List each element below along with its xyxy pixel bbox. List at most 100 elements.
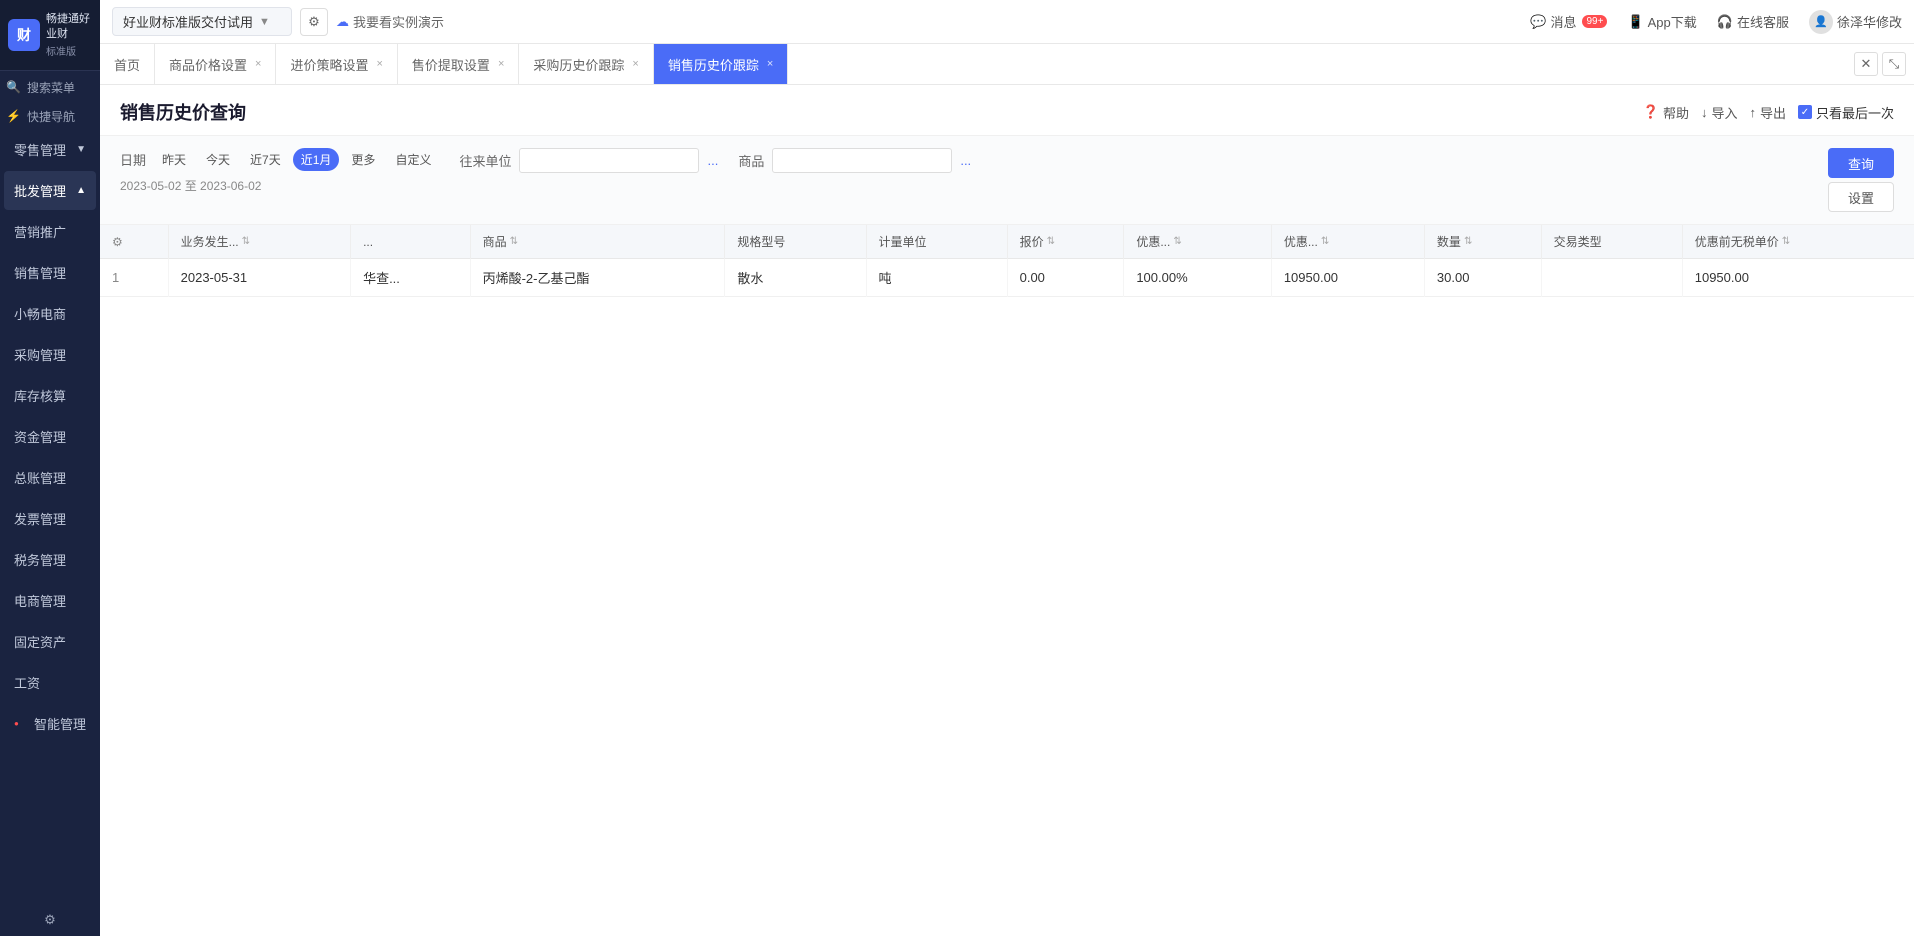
only-last-checkbox[interactable]: 只看最后一次 [1798, 103, 1894, 122]
th-discount-price[interactable]: 优惠...⇅ [1271, 225, 1424, 259]
from-unit-more-btn[interactable]: ... [707, 153, 718, 168]
sidebar-quick-nav[interactable]: ⚡ 快捷导航 [0, 104, 100, 129]
sidebar-item-wholesale[interactable]: 批发管理 ▲ [4, 171, 96, 210]
th-spec-label: 规格型号 [737, 235, 785, 249]
cell-quoted-price: 0.00 [1007, 259, 1124, 297]
cell-biz-date: 2023-05-31 [168, 259, 350, 297]
th-pretax-price[interactable]: 优惠前无税单价⇅ [1682, 225, 1914, 259]
th-biz-date[interactable]: 业务发生...⇅ [168, 225, 350, 259]
sidebar-settings-btn[interactable]: ⚙ [0, 904, 100, 936]
sidebar-item-assets[interactable]: 固定资产 [4, 622, 96, 661]
sidebar-item-intelligent[interactable]: 智能管理 [4, 704, 96, 743]
tab-purchase-strategy-close-icon[interactable]: × [376, 58, 382, 70]
tab-sale-history[interactable]: 销售历史价跟踪 × [654, 44, 788, 84]
th-product[interactable]: 商品⇅ [470, 225, 725, 259]
tab-expand-btn[interactable]: ⤡ [1882, 52, 1906, 76]
tab-sale-history-label: 销售历史价跟踪 [668, 55, 759, 74]
app-download-btn[interactable]: 📱 App下载 [1627, 12, 1696, 31]
date-btn-more[interactable]: 更多 [343, 148, 383, 171]
import-btn[interactable]: ↓ 导入 [1701, 103, 1738, 122]
th-more[interactable]: ... [351, 225, 471, 259]
sidebar-item-invoice[interactable]: 发票管理 [4, 499, 96, 538]
date-btn-custom[interactable]: 自定义 [387, 148, 439, 171]
cell-unit: 吨 [866, 259, 1007, 297]
from-unit-label: 往来单位 [459, 151, 511, 170]
th-gear[interactable]: ⚙ [100, 225, 168, 259]
product-input[interactable] [772, 148, 952, 173]
sidebar-item-inventory[interactable]: 库存核算 [4, 376, 96, 415]
sidebar-item-tax[interactable]: 税务管理 [4, 540, 96, 579]
logo-icon: 财 [8, 19, 40, 51]
tab-close-all-btn[interactable]: ✕ [1854, 52, 1878, 76]
export-btn[interactable]: ↑ 导出 [1749, 103, 1786, 122]
tab-purchase-history[interactable]: 采购历史价跟踪 × [519, 44, 653, 84]
th-discount-rate[interactable]: 优惠...⇅ [1124, 225, 1271, 259]
sidebar-item-ecommerce-small[interactable]: 小畅电商 [4, 294, 96, 333]
online-service-btn[interactable]: 🎧 在线客服 [1717, 12, 1789, 31]
cell-transaction-type [1541, 259, 1682, 297]
sidebar-item-purchase-label: 采购管理 [14, 345, 66, 364]
sidebar-item-sales[interactable]: 销售管理 [4, 253, 96, 292]
tab-sale-extract-label: 售价提取设置 [412, 55, 490, 74]
sidebar-item-ecommerce[interactable]: 电商管理 [4, 581, 96, 620]
sidebar-item-marketing[interactable]: 营销推广 [4, 212, 96, 251]
sidebar-item-retail[interactable]: 零售管理 ▼ [4, 130, 96, 169]
app-selector[interactable]: 好业财标准版交付试用 ▼ [112, 7, 292, 36]
chevron-up-icon: ▲ [76, 185, 86, 196]
sort-icon: ⇅ [242, 236, 250, 247]
th-quoted-price[interactable]: 报价⇅ [1007, 225, 1124, 259]
query-btn[interactable]: 查询 [1828, 148, 1894, 178]
th-quantity[interactable]: 数量⇅ [1424, 225, 1541, 259]
demo-btn[interactable]: ☁ 我要看实例演示 [336, 12, 444, 31]
tab-home[interactable]: 首页 [100, 44, 155, 84]
tab-sale-extract-close-icon[interactable]: × [498, 58, 504, 70]
content-area: 销售历史价查询 ❓ 帮助 ↓ 导入 ↑ 导出 [100, 85, 1914, 936]
tab-purchase-history-label: 采购历史价跟踪 [533, 55, 624, 74]
cell-quantity: 30.00 [1424, 259, 1541, 297]
th-spec[interactable]: 规格型号 [725, 225, 866, 259]
date-btn-last1month[interactable]: 近1月 [293, 148, 340, 171]
page-header: 销售历史价查询 ❓ 帮助 ↓ 导入 ↑ 导出 [100, 85, 1914, 136]
user-menu[interactable]: 👤 徐泽华修改 [1809, 10, 1902, 34]
th-unit[interactable]: 计量单位 [866, 225, 1007, 259]
tab-purchase-history-close-icon[interactable]: × [632, 58, 638, 70]
sidebar-item-ledger[interactable]: 总账管理 [4, 458, 96, 497]
tab-product-price-close-icon[interactable]: × [255, 58, 261, 70]
th-transaction-type[interactable]: 交易类型 [1541, 225, 1682, 259]
tab-product-price[interactable]: 商品价格设置 × [155, 44, 276, 84]
sidebar-item-purchase[interactable]: 采购管理 [4, 335, 96, 374]
topbar-settings-btn[interactable]: ⚙ [300, 8, 328, 36]
tab-end-controls: ✕ ⤡ [1846, 52, 1914, 76]
date-btn-yesterday[interactable]: 昨天 [154, 148, 194, 171]
sidebar-quick-nav-label: 快捷导航 [27, 108, 75, 125]
sidebar-item-invoice-label: 发票管理 [14, 509, 66, 528]
cell-pretax-price: 10950.00 [1682, 259, 1914, 297]
th-discount-price-label: 优惠... [1284, 233, 1318, 250]
sidebar-item-finance[interactable]: 资金管理 [4, 417, 96, 456]
set-btn[interactable]: 设置 [1828, 182, 1894, 212]
sidebar-item-salary-label: 工资 [14, 673, 40, 692]
data-table: ⚙ 业务发生...⇅ ... 商品⇅ 规格型号 计量单位 报价⇅ 优惠...⇅ … [100, 225, 1914, 297]
product-filter: 商品 ... [738, 148, 971, 173]
app-download-label: App下载 [1648, 12, 1697, 31]
help-btn[interactable]: ❓ 帮助 [1643, 103, 1689, 122]
table-gear-icon: ⚙ [112, 235, 123, 249]
sidebar-search-menu[interactable]: 🔍 搜索菜单 [0, 71, 100, 104]
from-unit-input[interactable] [519, 148, 699, 173]
date-btn-today[interactable]: 今天 [198, 148, 238, 171]
messages-label: 消息 [1550, 12, 1576, 31]
sidebar-item-ecommerce-label: 电商管理 [14, 591, 66, 610]
sidebar-item-salary[interactable]: 工资 [4, 663, 96, 702]
help-icon: ❓ [1643, 104, 1659, 120]
search-icon: 🔍 [6, 80, 21, 94]
sidebar-item-assets-label: 固定资产 [14, 632, 66, 651]
messages-btn[interactable]: 💬 消息 99+ [1530, 12, 1607, 31]
tab-purchase-strategy[interactable]: 进价策略设置 × [276, 44, 397, 84]
sidebar-item-tax-label: 税务管理 [14, 550, 66, 569]
date-filter-group: 日期 昨天 今天 近7天 近1月 更多 自定义 2023-05-02 至 202… [120, 148, 439, 194]
product-more-btn[interactable]: ... [960, 153, 971, 168]
date-btn-last7[interactable]: 近7天 [242, 148, 289, 171]
tab-sale-extract[interactable]: 售价提取设置 × [398, 44, 519, 84]
chevron-down-icon: ▼ [76, 144, 86, 155]
tab-sale-history-close-icon[interactable]: × [767, 58, 773, 70]
